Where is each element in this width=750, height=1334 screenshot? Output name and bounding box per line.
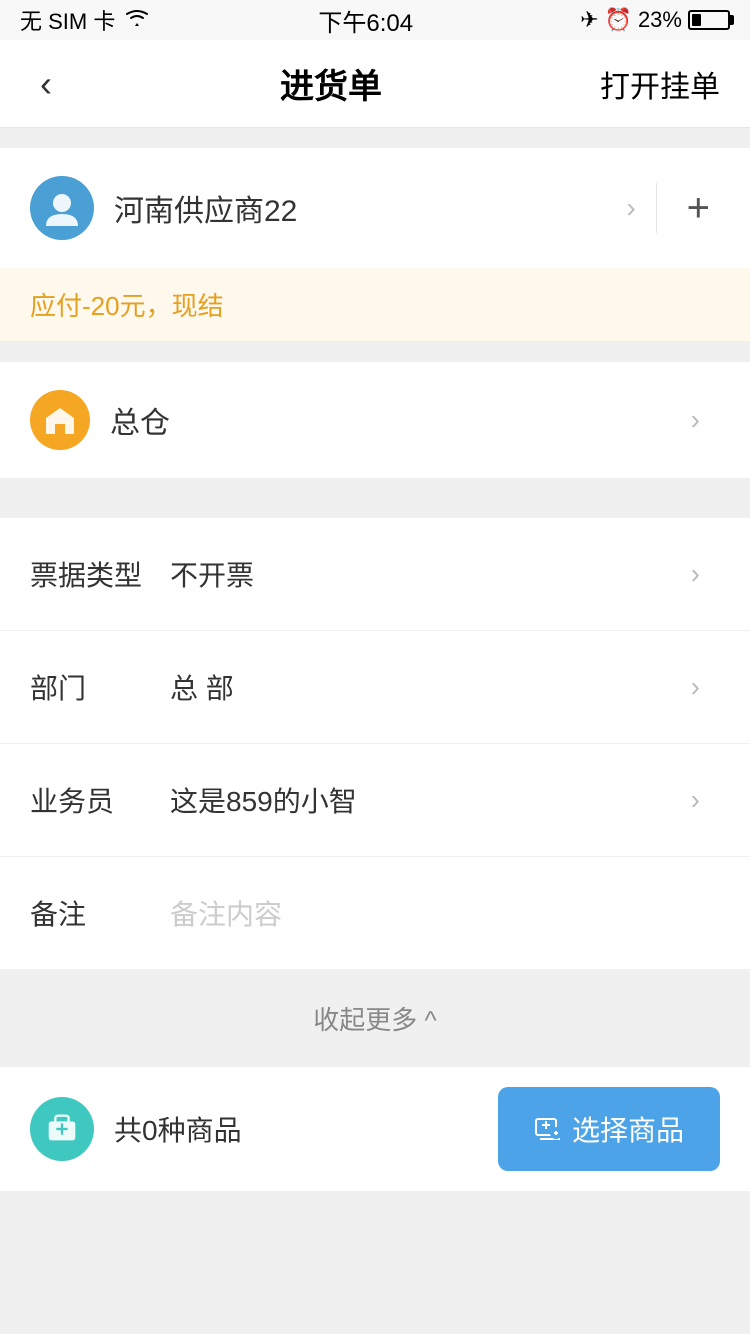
salesman-label: 业务员 [30, 780, 170, 820]
add-supplier-button[interactable]: + [677, 186, 720, 231]
ticket-type-chevron-icon: › [691, 558, 700, 590]
department-label: 部门 [30, 667, 170, 707]
collapse-label: 收起更多 ^ [313, 1000, 436, 1037]
wifi-icon [123, 7, 151, 33]
status-bar: 无 SIM 卡 下午6:04 ✈ ⏰ 23% [0, 0, 750, 40]
remark-label: 备注 [30, 893, 170, 933]
status-time: 下午6:04 [318, 3, 413, 38]
remark-row[interactable]: 备注 备注内容 [0, 857, 750, 970]
warehouse-row[interactable]: 总仓 › [0, 361, 750, 478]
product-count: 共0种商品 [114, 1109, 498, 1149]
main-content: 河南供应商22 › + 应付-20元，现结 总仓 › 票据类型 不开票 [0, 128, 750, 1334]
remark-input[interactable]: 备注内容 [170, 893, 720, 933]
salesman-chevron-icon: › [691, 784, 700, 816]
section-gap-1 [0, 128, 750, 148]
section-gap-3 [0, 478, 750, 498]
select-product-label: 选择商品 [572, 1109, 684, 1149]
page-title: 进货单 [280, 59, 382, 108]
warehouse-chevron-icon: › [691, 404, 700, 436]
warehouse-icon [30, 390, 90, 450]
department-chevron-icon: › [691, 671, 700, 703]
collapse-row[interactable]: 收起更多 ^ [0, 970, 750, 1067]
warehouse-section: 总仓 › [0, 361, 750, 478]
battery-icon [688, 10, 730, 30]
ticket-type-label: 票据类型 [30, 554, 170, 594]
ticket-type-value: 不开票 [170, 554, 691, 594]
back-button[interactable]: ‹ [30, 53, 62, 115]
supplier-avatar [30, 176, 94, 240]
section-gap-2 [0, 341, 750, 361]
supplier-row[interactable]: 河南供应商22 › + [0, 148, 750, 268]
carrier-text: 无 SIM 卡 [20, 4, 115, 36]
nav-bar: ‹ 进货单 打开挂单 [0, 40, 750, 128]
salesman-row[interactable]: 业务员 这是859的小智 › [0, 744, 750, 857]
department-value: 总 部 [170, 667, 691, 707]
product-icon [30, 1097, 94, 1161]
supplier-notice: 应付-20元，现结 [0, 268, 750, 341]
location-icon: ✈ [580, 7, 598, 33]
status-right: ✈ ⏰ 23% [580, 7, 730, 33]
supplier-name: 河南供应商22 [114, 186, 626, 230]
supplier-chevron-icon: › [626, 192, 635, 224]
select-product-button[interactable]: 选择商品 [498, 1087, 720, 1171]
battery-percent: 23% [638, 7, 682, 33]
ticket-type-row[interactable]: 票据类型 不开票 › [0, 518, 750, 631]
department-row[interactable]: 部门 总 部 › [0, 631, 750, 744]
bottom-bar: 共0种商品 选择商品 [0, 1067, 750, 1191]
salesman-value: 这是859的小智 [170, 780, 691, 820]
form-section: 票据类型 不开票 › 部门 总 部 › 业务员 这是859的小智 › 备注 备注… [0, 518, 750, 970]
select-product-icon [534, 1115, 562, 1143]
supplier-section: 河南供应商22 › + 应付-20元，现结 [0, 148, 750, 341]
alarm-icon: ⏰ [605, 7, 632, 33]
divider [656, 183, 657, 233]
warehouse-name: 总仓 [110, 398, 691, 442]
open-pending-button[interactable]: 打开挂单 [600, 62, 720, 106]
status-carrier: 无 SIM 卡 [20, 4, 151, 36]
